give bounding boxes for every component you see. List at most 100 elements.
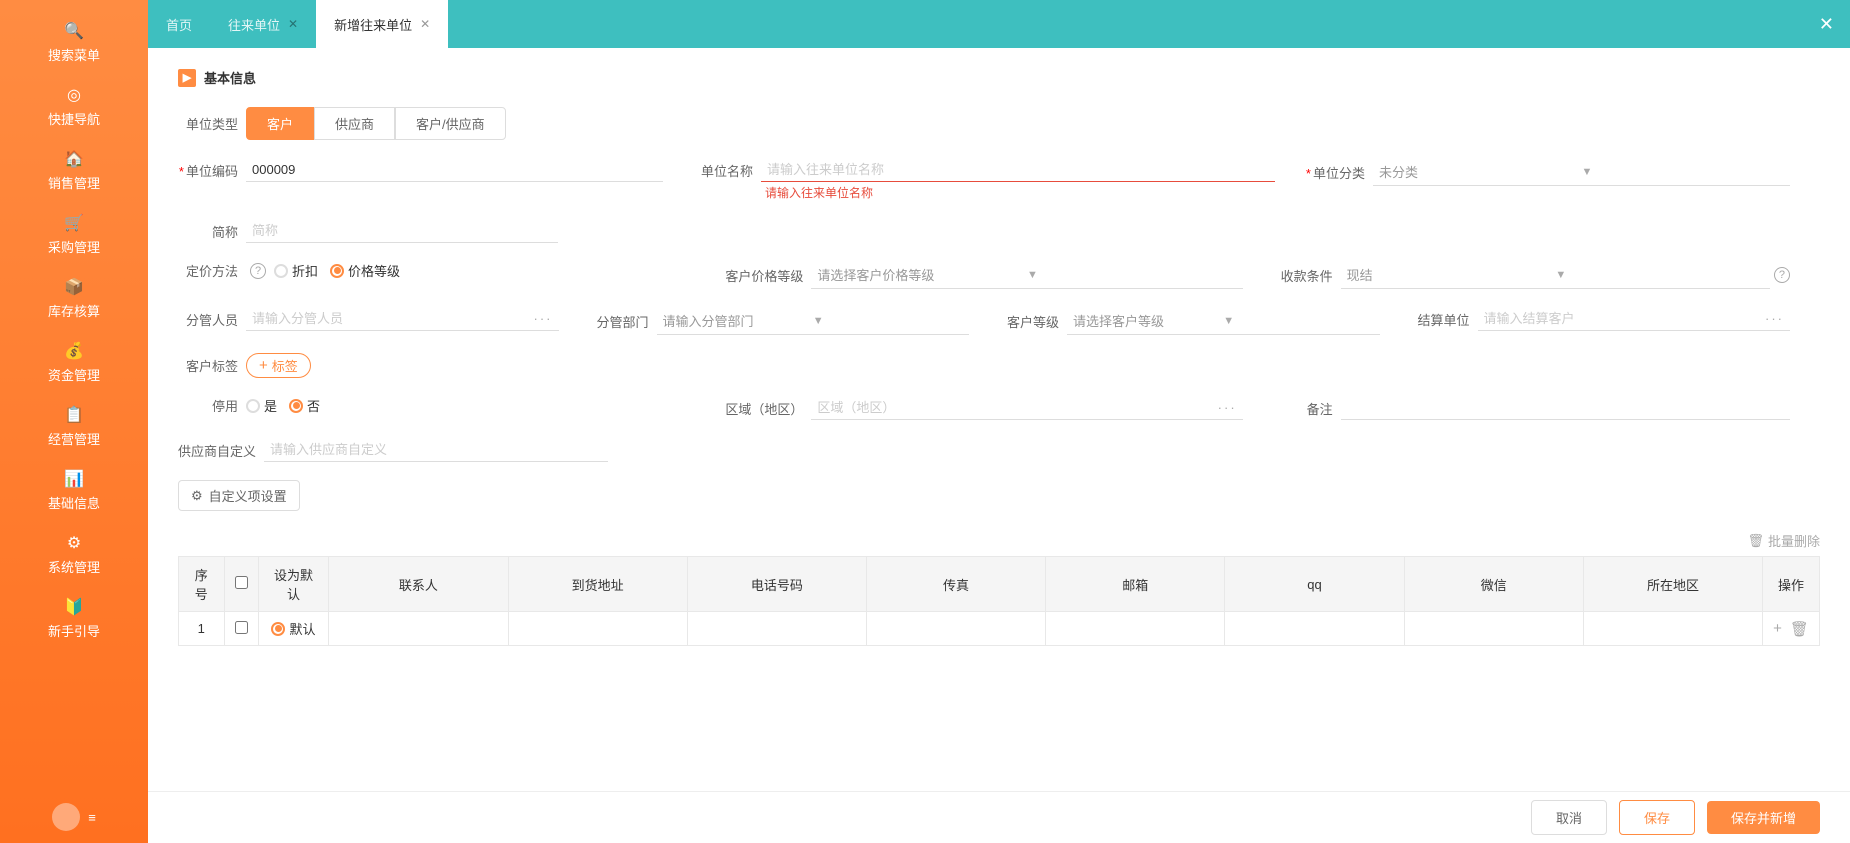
cancel-button[interactable]: 取消 bbox=[1531, 800, 1607, 835]
sidebar-bottom: ≡ bbox=[0, 791, 148, 843]
address-input[interactable] bbox=[519, 621, 677, 636]
supervisor-dots[interactable]: ··· bbox=[534, 311, 553, 326]
row-checkbox[interactable] bbox=[235, 621, 248, 634]
row-supplier-custom: 供应商自定义 bbox=[178, 438, 1820, 462]
tab-new-unit-close[interactable]: ✕ bbox=[420, 17, 430, 31]
row-default-radio[interactable]: 默认 bbox=[269, 619, 319, 638]
system-icon: ⚙ bbox=[63, 532, 85, 554]
add-row-button[interactable]: + bbox=[1773, 620, 1782, 638]
radio-disabled-yes[interactable]: 是 bbox=[246, 396, 277, 415]
sidebar-item-sales[interactable]: 🏠 销售管理 bbox=[0, 138, 148, 202]
email-input[interactable] bbox=[1056, 621, 1214, 636]
radio-level[interactable]: 价格等级 bbox=[330, 261, 400, 280]
tab-units-close[interactable]: ✕ bbox=[288, 17, 298, 31]
sidebar-bars-icon: ≡ bbox=[88, 810, 96, 825]
tab-home[interactable]: 首页 bbox=[148, 0, 210, 48]
remark-input[interactable] bbox=[1341, 396, 1790, 420]
type-btn-both[interactable]: 客户/供应商 bbox=[395, 107, 506, 140]
custom-settings-button[interactable]: ⚙ 自定义项设置 bbox=[178, 480, 300, 511]
unit-category-arrow: ▼ bbox=[1582, 166, 1785, 178]
region-label: 区域（地区） bbox=[725, 399, 803, 418]
unit-category-label: 单位分类 bbox=[1305, 163, 1365, 182]
customer-price-level-select[interactable]: 请选择客户价格等级 ▼ bbox=[811, 261, 1242, 289]
td-address bbox=[508, 612, 687, 646]
sidebar-item-finance[interactable]: 💰 资金管理 bbox=[0, 330, 148, 394]
save-button[interactable]: 保存 bbox=[1619, 800, 1695, 835]
supervisor-label: 分管人员 bbox=[178, 310, 238, 329]
settlement-dots[interactable]: ··· bbox=[1765, 311, 1784, 326]
delete-row-button[interactable]: 🗑 bbox=[1790, 620, 1809, 638]
sidebar-item-system[interactable]: ⚙ 系统管理 bbox=[0, 522, 148, 586]
unit-name-error: 请输入往来单位名称 bbox=[765, 184, 873, 201]
select-all-checkbox[interactable] bbox=[235, 576, 248, 589]
td-region bbox=[1583, 612, 1762, 646]
form-content: ▶ 基本信息 单位类型 客户 供应商 客户/供应商 单位编码 单位名称 bbox=[148, 48, 1850, 791]
customer-level-select[interactable]: 请选择客户等级 ▼ bbox=[1067, 307, 1380, 335]
row-tags: 客户标签 + 标签 bbox=[178, 353, 1820, 378]
add-tag-button[interactable]: + 标签 bbox=[246, 353, 311, 378]
tab-units[interactable]: 往来单位 ✕ bbox=[210, 0, 316, 48]
payment-help-icon[interactable]: ? bbox=[1774, 267, 1790, 283]
batch-delete-button[interactable]: 🗑 批量删除 bbox=[1747, 531, 1820, 550]
unit-type-row: 单位类型 客户 供应商 客户/供应商 bbox=[178, 107, 1820, 140]
wechat-input[interactable] bbox=[1415, 621, 1573, 636]
dept-select[interactable]: 请输入分管部门 ▼ bbox=[657, 307, 970, 335]
td-checkbox bbox=[224, 612, 258, 646]
pricing-help-icon[interactable]: ? bbox=[250, 263, 266, 279]
sidebar-item-guide[interactable]: 🔰 新手引导 bbox=[0, 586, 148, 650]
supervisor-field: 分管人员 ··· bbox=[178, 307, 559, 331]
unit-code-input[interactable] bbox=[246, 158, 663, 182]
table-actions: 🗑 批量删除 bbox=[178, 531, 1820, 550]
unit-category-select[interactable]: 未分类 ▼ bbox=[1373, 158, 1790, 186]
region-dots[interactable]: ··· bbox=[1218, 400, 1237, 415]
contact-input[interactable] bbox=[339, 621, 497, 636]
row-region-input[interactable] bbox=[1594, 621, 1752, 636]
td-email bbox=[1046, 612, 1225, 646]
save-new-button[interactable]: 保存并新增 bbox=[1707, 801, 1820, 834]
pricing-method-field: 定价方法 ? 折扣 价格等级 bbox=[178, 261, 695, 280]
sidebar-item-shortcut[interactable]: ◎ 快捷导航 bbox=[0, 74, 148, 138]
td-ops: + 🗑 bbox=[1763, 612, 1820, 646]
remark-field: 备注 bbox=[1273, 396, 1790, 420]
short-name-input[interactable] bbox=[246, 219, 558, 243]
unit-name-input[interactable] bbox=[761, 158, 1275, 182]
radio-disabled-yes-circle bbox=[246, 399, 260, 413]
td-fax bbox=[866, 612, 1045, 646]
dept-field: 分管部门 请输入分管部门 ▼ bbox=[589, 307, 970, 335]
sidebar-item-inventory[interactable]: 📦 库存核算 bbox=[0, 266, 148, 330]
region-input[interactable] bbox=[817, 400, 1213, 415]
td-qq bbox=[1225, 612, 1404, 646]
unit-type-field: 单位类型 客户 供应商 客户/供应商 bbox=[178, 107, 1790, 140]
customer-tag-label: 客户标签 bbox=[178, 356, 238, 375]
th-ops: 操作 bbox=[1763, 557, 1820, 612]
customer-level-arrow: ▼ bbox=[1223, 315, 1373, 327]
type-btn-customer[interactable]: 客户 bbox=[246, 107, 314, 140]
td-phone bbox=[687, 612, 866, 646]
radio-disabled-no[interactable]: 否 bbox=[289, 396, 320, 415]
sidebar-item-operations[interactable]: 📋 经营管理 bbox=[0, 394, 148, 458]
table-header-row: 序号 设为默认 联系人 到货地址 电话号码 传真 邮箱 qq 微信 所在地区 操… bbox=[179, 557, 1820, 612]
sidebar-item-search[interactable]: 🔍 搜索菜单 bbox=[0, 10, 148, 74]
fax-input[interactable] bbox=[877, 621, 1035, 636]
qq-input[interactable] bbox=[1235, 621, 1393, 636]
supplier-custom-input[interactable] bbox=[264, 438, 608, 462]
unit-category-field: 单位分类 未分类 ▼ bbox=[1305, 158, 1790, 186]
settlement-input[interactable] bbox=[1484, 311, 1762, 326]
shortcut-icon: ◎ bbox=[63, 84, 85, 106]
region-input-group: ··· bbox=[811, 396, 1242, 420]
payment-terms-arrow: ▼ bbox=[1555, 269, 1764, 281]
sidebar-item-purchase[interactable]: 🛒 采购管理 bbox=[0, 202, 148, 266]
guide-icon: 🔰 bbox=[63, 596, 85, 618]
phone-input[interactable] bbox=[698, 621, 856, 636]
supervisor-input[interactable] bbox=[252, 311, 530, 326]
row-disabled-region: 停用 是 否 区域（地区） ··· bbox=[178, 396, 1820, 420]
radio-discount[interactable]: 折扣 bbox=[274, 261, 318, 280]
tab-new-unit[interactable]: 新增往来单位 ✕ bbox=[316, 0, 448, 48]
row-supervisor: 分管人员 ··· 分管部门 请输入分管部门 ▼ 客户等级 请选择客户等级 ▼ bbox=[178, 307, 1820, 335]
payment-terms-select[interactable]: 现结 ▼ bbox=[1341, 261, 1770, 289]
sidebar: 🔍 搜索菜单 ◎ 快捷导航 🏠 销售管理 🛒 采购管理 📦 库存核算 💰 资金管… bbox=[0, 0, 148, 843]
avatar bbox=[52, 803, 80, 831]
sidebar-item-basic[interactable]: 📊 基础信息 bbox=[0, 458, 148, 522]
tabbar-close-all[interactable]: ✕ bbox=[1819, 14, 1834, 35]
type-btn-supplier[interactable]: 供应商 bbox=[314, 107, 395, 140]
